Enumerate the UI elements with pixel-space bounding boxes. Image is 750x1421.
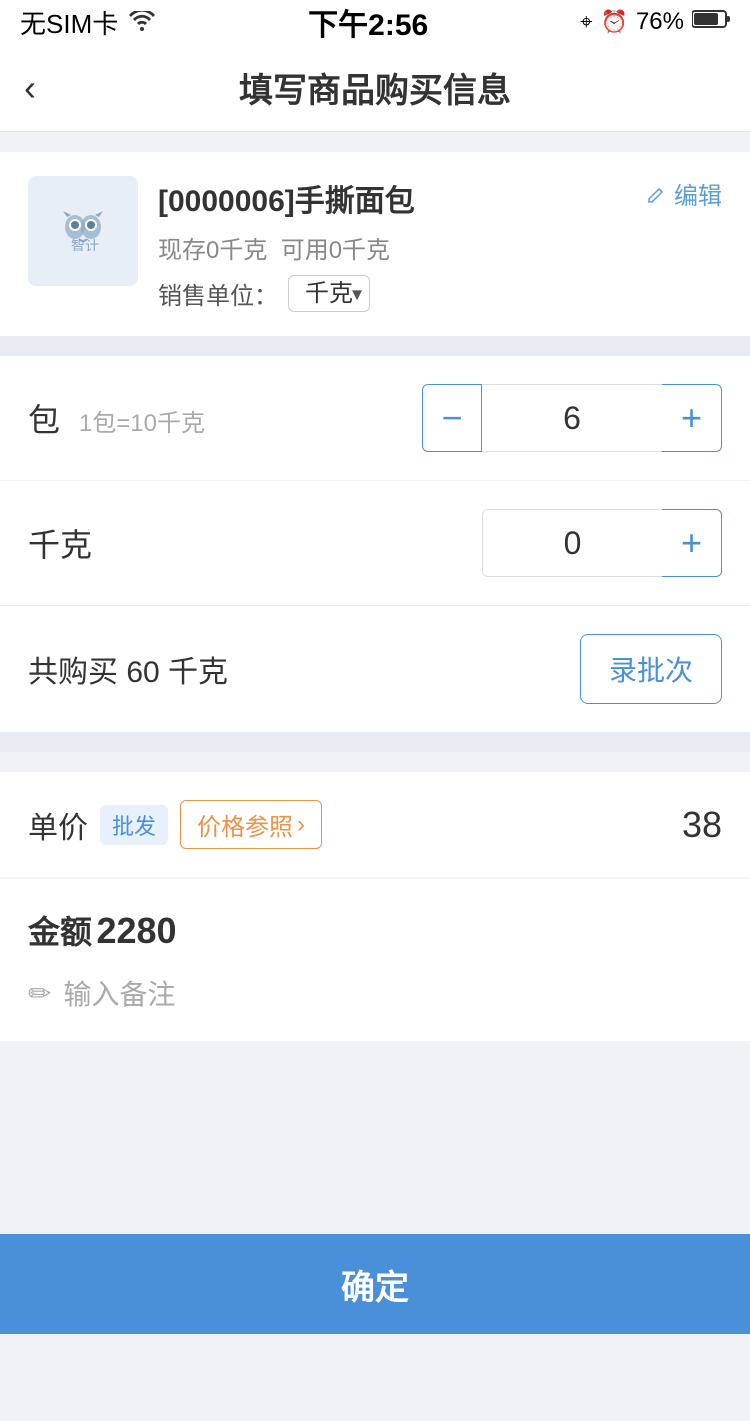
wifi-icon xyxy=(128,7,156,38)
location-icon: ⌖ xyxy=(580,9,592,35)
status-bar: 无SIM卡 下午2:56 ⌖ ⏰ 76% xyxy=(0,0,750,44)
bao-plus-button[interactable]: + xyxy=(662,384,722,452)
remark-text: 输入备注 xyxy=(63,973,175,1013)
amount-section: 金额 2280 ✏ 输入备注 xyxy=(0,879,750,1041)
confirm-label: 确定 xyxy=(341,1260,409,1309)
kg-plus-button[interactable]: + xyxy=(662,509,722,577)
bao-qty-input[interactable] xyxy=(482,384,662,452)
pifa-badge: 批发 xyxy=(100,805,168,845)
product-logo: 智计 xyxy=(53,201,113,262)
battery-icon xyxy=(692,8,730,36)
price-section: 单价 批发 价格参照 › 38 xyxy=(0,772,750,877)
unit-select[interactable]: 千克 包 xyxy=(288,275,370,312)
nav-bar: ‹ 填写商品购买信息 xyxy=(0,44,750,132)
kg-input-row: 千克 + xyxy=(0,481,750,606)
bao-hint: 1包=10千克 xyxy=(79,410,205,437)
remark-icon: ✏ xyxy=(28,977,51,1010)
product-stock: 现存0千克 可用0千克 xyxy=(158,230,722,265)
status-time: 下午2:56 xyxy=(308,0,428,44)
battery-text: 76% xyxy=(636,8,684,36)
section-divider-2 xyxy=(0,732,750,752)
product-card: 智计 [0000006]手撕面包 现存0千克 可用0千克 销售单位： 千克 包 … xyxy=(0,152,750,336)
total-text: 共购买 60 千克 xyxy=(28,647,228,691)
bottom-spacer xyxy=(0,1321,750,1421)
kg-label: 千克 xyxy=(28,520,482,566)
bao-minus-button[interactable]: − xyxy=(422,384,482,452)
product-thumbnail: 智计 xyxy=(28,176,138,286)
price-value: 38 xyxy=(682,804,722,846)
carrier-text: 无SIM卡 xyxy=(20,4,118,41)
kg-qty-input[interactable] xyxy=(482,509,662,577)
section-divider-1 xyxy=(0,336,750,356)
price-row: 单价 批发 价格参照 › 38 xyxy=(28,800,722,849)
record-batch-button[interactable]: 录批次 xyxy=(580,634,722,704)
back-button[interactable]: ‹ xyxy=(24,67,36,109)
bao-qty-control: − + xyxy=(422,384,722,452)
product-name: [0000006]手撕面包 xyxy=(158,176,722,220)
confirm-button[interactable]: 确定 xyxy=(0,1234,750,1334)
edit-button[interactable]: 编辑 xyxy=(646,176,722,211)
total-value: 60 xyxy=(126,656,159,689)
total-row: 共购买 60 千克 录批次 xyxy=(0,606,750,732)
amount-row: 金额 2280 xyxy=(0,879,750,953)
amount-value: 2280 xyxy=(96,910,176,951)
price-label: 单价 批发 价格参照 › xyxy=(28,800,322,849)
status-right: ⌖ ⏰ 76% xyxy=(580,8,730,36)
product-info: [0000006]手撕面包 现存0千克 可用0千克 销售单位： 千克 包 xyxy=(158,176,722,312)
remark-row[interactable]: ✏ 输入备注 xyxy=(0,973,750,1041)
bao-input-row: 包 1包=10千克 − + xyxy=(0,356,750,481)
amount-label: 金额 xyxy=(28,914,92,950)
price-ref-button[interactable]: 价格参照 › xyxy=(180,800,322,849)
product-unit: 销售单位： 千克 包 xyxy=(158,275,722,312)
unit-select-wrap[interactable]: 千克 包 xyxy=(288,275,370,312)
svg-text:智计: 智计 xyxy=(71,238,99,251)
alarm-icon: ⏰ xyxy=(601,9,628,35)
status-left: 无SIM卡 xyxy=(20,4,156,41)
kg-qty-control: + xyxy=(482,509,722,577)
input-section: 包 1包=10千克 − + 千克 + xyxy=(0,356,750,606)
page-title: 填写商品购买信息 xyxy=(239,63,511,112)
bao-label: 包 1包=10千克 xyxy=(28,395,422,441)
